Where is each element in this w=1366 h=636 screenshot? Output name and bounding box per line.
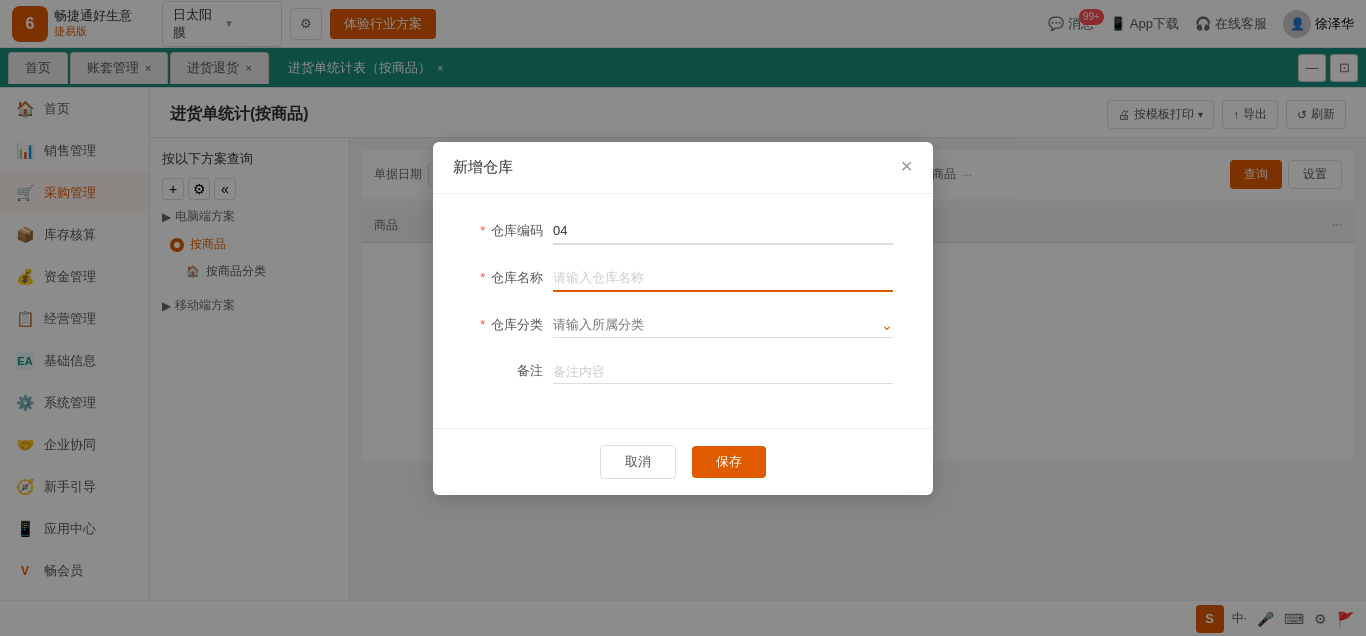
add-warehouse-modal: 新增仓库 ✕ * 仓库编码 * 仓库名称 <box>433 142 933 495</box>
save-button[interactable]: 保存 <box>692 446 766 478</box>
category-row: * 仓库分类 ⌄ <box>473 312 893 338</box>
required-star3: * <box>480 317 485 332</box>
modal-close-button[interactable]: ✕ <box>900 159 913 175</box>
name-input[interactable] <box>553 265 893 292</box>
required-star: * <box>480 223 485 238</box>
code-input[interactable] <box>553 218 893 245</box>
modal-footer: 取消 保存 <box>433 428 933 495</box>
modal-body: * 仓库编码 * 仓库名称 * 仓库分类 <box>433 194 933 428</box>
name-row: * 仓库名称 <box>473 265 893 292</box>
category-select-wrapper: ⌄ <box>553 312 893 338</box>
required-star2: * <box>480 270 485 285</box>
note-row: 备注 <box>473 358 893 384</box>
code-row: * 仓库编码 <box>473 218 893 245</box>
code-label: * 仓库编码 <box>473 222 553 240</box>
modal-overlay: 新增仓库 ✕ * 仓库编码 * 仓库名称 <box>0 0 1366 636</box>
note-textarea[interactable] <box>553 358 893 384</box>
category-input[interactable] <box>553 312 893 338</box>
note-label: 备注 <box>473 362 553 380</box>
name-label: * 仓库名称 <box>473 269 553 287</box>
cancel-button[interactable]: 取消 <box>600 445 676 479</box>
modal-title: 新增仓库 <box>453 158 513 177</box>
modal-header: 新增仓库 ✕ <box>433 142 933 194</box>
category-label: * 仓库分类 <box>473 316 553 334</box>
